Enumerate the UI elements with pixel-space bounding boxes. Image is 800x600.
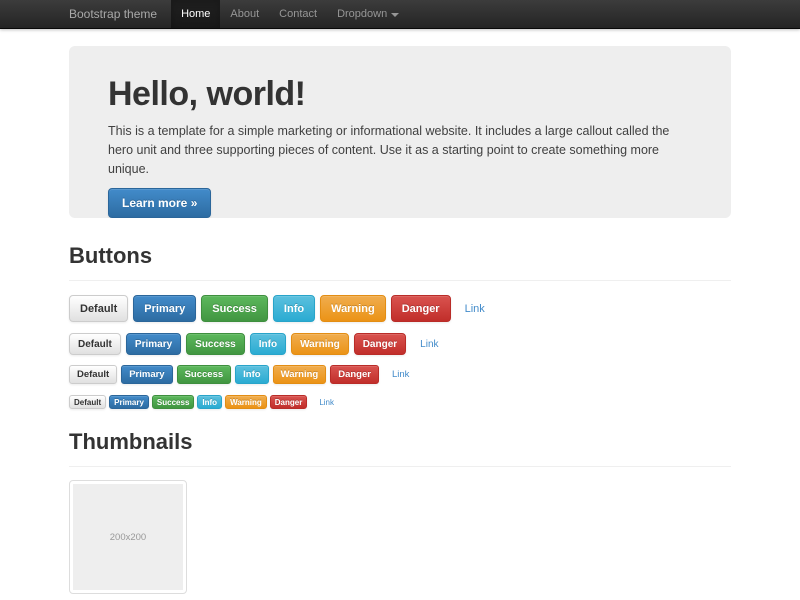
nav-item-home-label: Home <box>181 0 210 28</box>
link-button-xs[interactable]: Link <box>319 398 334 407</box>
buttons-divider <box>69 280 731 281</box>
link-button-sm[interactable]: Link <box>392 369 409 380</box>
nav-item-dropdown-label: Dropdown <box>337 0 387 28</box>
warning-button-md[interactable]: Warning <box>291 333 349 355</box>
hero-unit: Hello, world! This is a template for a s… <box>69 46 731 218</box>
info-button-md[interactable]: Info <box>250 333 286 355</box>
hero-description: This is a template for a simple marketin… <box>108 122 692 179</box>
nav-item-contact-label: Contact <box>279 0 317 28</box>
nav-item-contact[interactable]: Contact <box>269 0 327 28</box>
nav-item-dropdown[interactable]: Dropdown <box>327 0 409 28</box>
danger-button-md[interactable]: Danger <box>354 333 406 355</box>
default-button-md[interactable]: Default <box>69 333 121 355</box>
button-row-small: Default Primary Success Info Warning Dan… <box>69 365 731 384</box>
button-row-default: Default Primary Success Info Warning Dan… <box>69 333 731 355</box>
warning-button-lg[interactable]: Warning <box>320 295 386 322</box>
top-navbar: Bootstrap theme Home About Contact Dropd… <box>0 0 800 29</box>
success-button-md[interactable]: Success <box>186 333 245 355</box>
learn-more-button[interactable]: Learn more » <box>108 188 211 218</box>
thumbnail-placeholder-image: 200x200 <box>73 484 183 590</box>
button-row-xsmall: Default Primary Success Info Warning Dan… <box>69 395 731 409</box>
nav-item-about[interactable]: About <box>220 0 269 28</box>
caret-down-icon <box>391 13 399 17</box>
success-button-lg[interactable]: Success <box>201 295 268 322</box>
default-button-lg[interactable]: Default <box>69 295 128 322</box>
primary-button-sm[interactable]: Primary <box>121 365 172 384</box>
brand-link[interactable]: Bootstrap theme <box>69 0 171 28</box>
nav-item-about-label: About <box>230 0 259 28</box>
info-button-sm[interactable]: Info <box>235 365 268 384</box>
danger-button-sm[interactable]: Danger <box>330 365 379 384</box>
default-button-xs[interactable]: Default <box>69 395 106 409</box>
hero-title: Hello, world! <box>108 76 692 113</box>
thumbnail-link[interactable]: 200x200 <box>69 480 187 594</box>
danger-button-lg[interactable]: Danger <box>391 295 451 322</box>
primary-button-md[interactable]: Primary <box>126 333 181 355</box>
button-row-large: Default Primary Success Info Warning Dan… <box>69 295 731 322</box>
warning-button-sm[interactable]: Warning <box>273 365 327 384</box>
warning-button-xs[interactable]: Warning <box>225 395 267 409</box>
primary-button-xs[interactable]: Primary <box>109 395 149 409</box>
thumbnails-section-title: Thumbnails <box>69 430 731 454</box>
danger-button-xs[interactable]: Danger <box>270 395 308 409</box>
nav-item-home[interactable]: Home <box>171 0 220 28</box>
primary-button-lg[interactable]: Primary <box>133 295 196 322</box>
buttons-section-title: Buttons <box>69 244 731 268</box>
main-nav: Home About Contact Dropdown <box>171 0 409 28</box>
thumbnails-divider <box>69 466 731 467</box>
page-container: Hello, world! This is a template for a s… <box>69 46 731 594</box>
navbar-container: Bootstrap theme Home About Contact Dropd… <box>69 0 731 28</box>
info-button-xs[interactable]: Info <box>197 395 222 409</box>
success-button-xs[interactable]: Success <box>152 395 194 409</box>
default-button-sm[interactable]: Default <box>69 365 117 384</box>
link-button-lg[interactable]: Link <box>465 303 485 315</box>
link-button-md[interactable]: Link <box>420 339 438 350</box>
info-button-lg[interactable]: Info <box>273 295 315 322</box>
success-button-sm[interactable]: Success <box>177 365 232 384</box>
